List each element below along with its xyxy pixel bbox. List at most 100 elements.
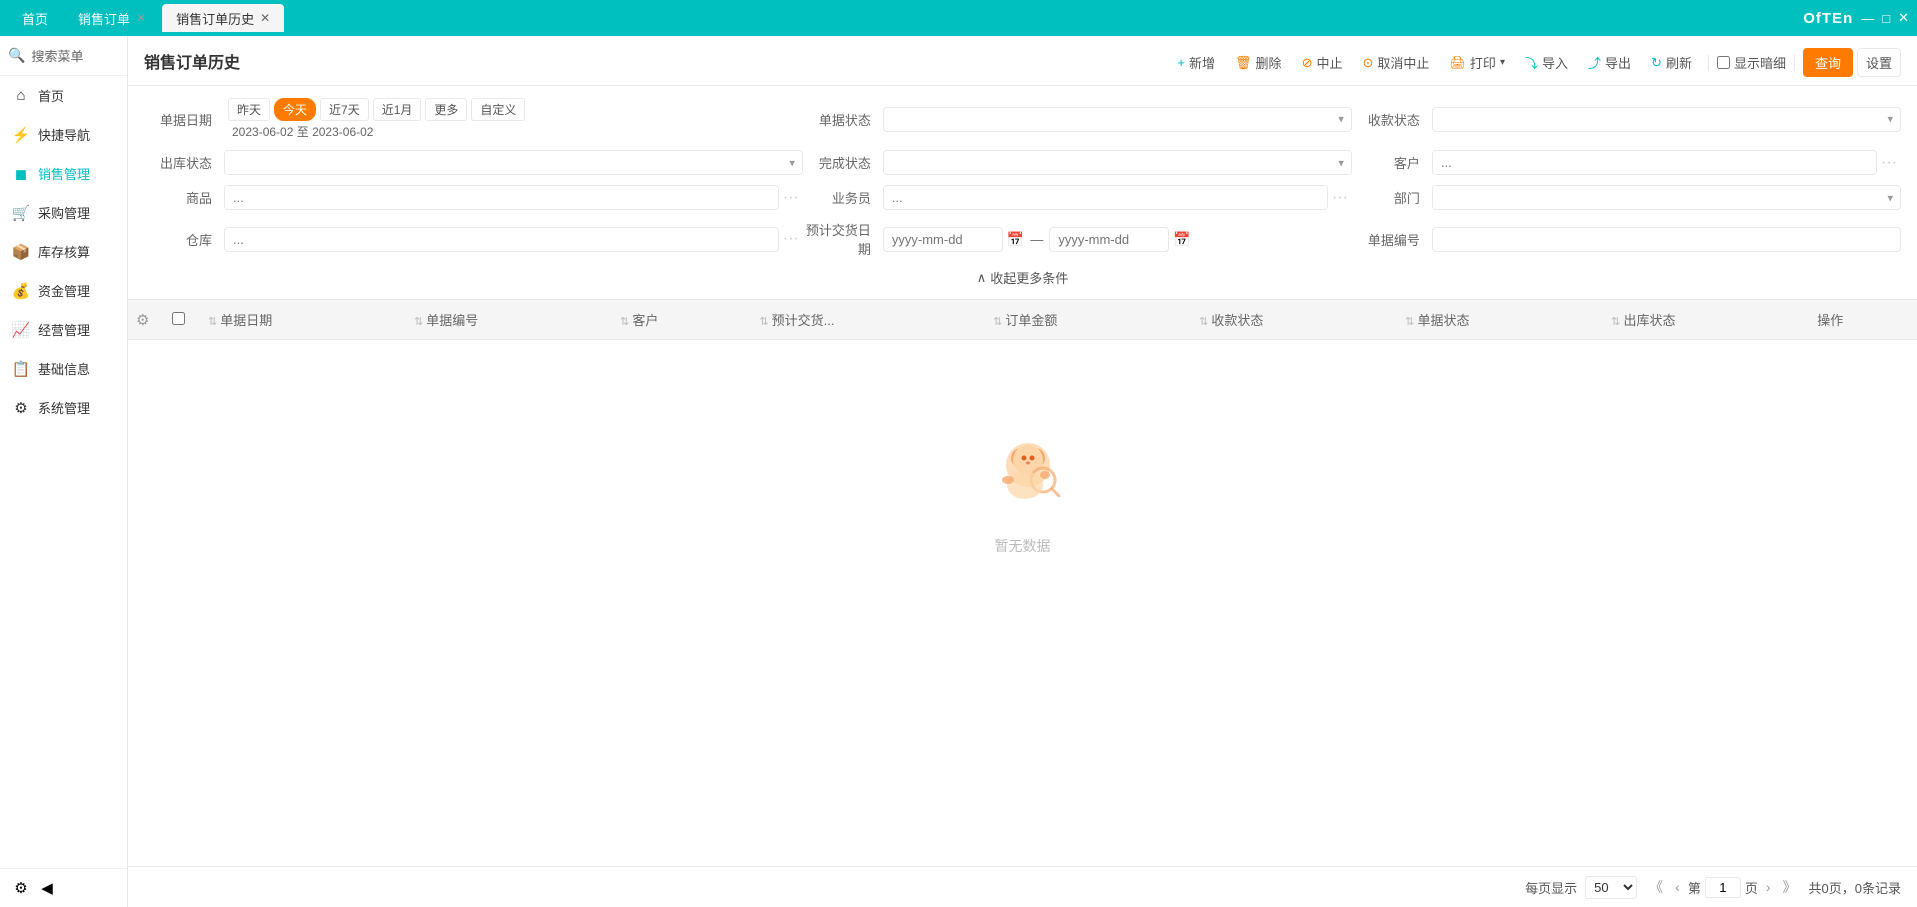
export-button[interactable]: ⤴ 导出 (1580, 49, 1639, 76)
calendar-from-icon[interactable]: 📅 (1007, 231, 1024, 248)
quick-nav-icon: ⚡ (12, 126, 30, 144)
th-date[interactable]: 单据日期 (200, 300, 406, 340)
next-page-button[interactable]: › (1762, 877, 1775, 897)
prev-page-button[interactable]: ‹ (1671, 877, 1684, 897)
order-no-label: 单据编号 (1352, 230, 1432, 249)
display-columns-check[interactable]: 显示暗细 (1717, 53, 1786, 72)
th-amount-label: 订单金额 (1005, 313, 1057, 328)
sidebar-item-purchase[interactable]: 🛒 采购管理 (0, 193, 127, 232)
restore-icon[interactable]: □ (1882, 11, 1890, 26)
date-btn-7days[interactable]: 近7天 (320, 98, 369, 121)
page-title: 销售订单历史 (144, 49, 240, 85)
query-button[interactable]: 查询 (1803, 48, 1853, 77)
cancel-stop-button[interactable]: ⊙ 取消中止 (1354, 49, 1437, 76)
new-button[interactable]: + 新增 (1169, 49, 1223, 76)
delete-button[interactable]: 🗑 删除 (1227, 49, 1290, 76)
expected-date-from[interactable] (883, 227, 1003, 252)
th-order-status-label: 单据状态 (1417, 313, 1469, 328)
product-input[interactable] (224, 185, 779, 210)
last-page-button[interactable]: 》 (1779, 875, 1801, 899)
main-layout: 🔍 搜索菜单 ⌂ 首页 ⚡ 快捷导航 ◼ 销售管理 🛒 采购管理 📦 库存核算 … (0, 36, 1917, 907)
tab-home-label: 首页 (22, 9, 48, 28)
warehouse-ellipsis[interactable]: ··· (779, 230, 803, 248)
sidebar-item-basic-info[interactable]: 📋 基础信息 (0, 349, 127, 388)
page-size-select[interactable]: 20 50 100 (1585, 876, 1637, 899)
sidebar-item-home-label: 首页 (38, 86, 64, 105)
tab-sales-order-close[interactable]: ✕ (136, 11, 146, 25)
order-status-label: 单据状态 (803, 110, 883, 129)
pagination-nav: 《 ‹ 第 页 › 》 (1645, 875, 1800, 899)
calendar-to-icon[interactable]: 📅 (1173, 231, 1190, 248)
sidebar-item-home[interactable]: ⌂ 首页 (0, 76, 127, 115)
table-body: 暂无数据 (128, 340, 1917, 637)
minimize-icon[interactable]: — (1861, 11, 1874, 26)
toolbar-divider-2 (1794, 55, 1795, 71)
sidebar-item-finance[interactable]: 💰 资金管理 (0, 271, 127, 310)
receipt-status-select[interactable] (1432, 107, 1901, 132)
th-customer[interactable]: 客户 (612, 300, 751, 340)
column-settings-icon[interactable]: ⚙ (136, 312, 149, 329)
sidebar-item-sales[interactable]: ◼ 销售管理 (0, 154, 127, 193)
th-amount[interactable]: 订单金额 (985, 300, 1191, 340)
th-delivery-status[interactable]: 出库状态 (1603, 300, 1809, 340)
close-icon[interactable]: ✕ (1898, 10, 1909, 26)
th-check (164, 300, 200, 340)
select-all-checkbox[interactable] (172, 312, 185, 325)
th-receipt-status[interactable]: 收款状态 (1191, 300, 1397, 340)
order-status-select[interactable] (883, 107, 1352, 132)
th-order-no[interactable]: 单据编号 (406, 300, 612, 340)
top-bar-right: OfTEn — □ ✕ (1803, 10, 1909, 27)
complete-status-label: 完成状态 (803, 153, 883, 172)
date-btn-1month[interactable]: 近1月 (373, 98, 422, 121)
print-button[interactable]: 🖨 打印 ▾ (1441, 49, 1513, 76)
cancel-stop-label: 取消中止 (1377, 53, 1429, 72)
date-btn-custom[interactable]: 自定义 (471, 98, 525, 121)
finance-icon: 💰 (12, 282, 30, 300)
warehouse-input[interactable] (224, 227, 779, 252)
sidebar-item-quick-nav[interactable]: ⚡ 快捷导航 (0, 115, 127, 154)
expected-date-label: 预计交货日期 (803, 220, 883, 258)
customer-ellipsis[interactable]: ··· (1877, 154, 1901, 172)
sidebar-search[interactable]: 🔍 搜索菜单 (0, 36, 127, 76)
customer-input[interactable] (1432, 150, 1877, 175)
th-customer-label: 客户 (632, 313, 658, 328)
date-btn-more[interactable]: 更多 (425, 98, 467, 121)
delivery-status-select[interactable] (224, 150, 803, 175)
print-icon: 🖨 (1449, 55, 1466, 71)
tab-home[interactable]: 首页 (8, 4, 62, 32)
order-no-input[interactable] (1432, 227, 1901, 252)
settings-button[interactable]: 设置 (1857, 48, 1901, 77)
inventory-icon: 📦 (12, 243, 30, 261)
import-button[interactable]: ⤵ 导入 (1517, 49, 1576, 76)
stop-button[interactable]: ⊘ 中止 (1294, 49, 1351, 76)
complete-status-select[interactable] (883, 150, 1352, 175)
refresh-button[interactable]: ↻ 刷新 (1643, 49, 1700, 76)
tab-sales-order-history-close[interactable]: ✕ (260, 11, 270, 25)
date-btn-yesterday[interactable]: 昨天 (228, 98, 270, 121)
date-btn-today[interactable]: 今天 (274, 98, 316, 121)
sidebar-item-purchase-label: 采购管理 (38, 203, 90, 222)
collapse-sidebar-icon[interactable]: ◀ (38, 879, 56, 897)
department-select[interactable] (1432, 185, 1901, 210)
collapse-more[interactable]: ∧ 收起更多条件 (144, 268, 1901, 287)
sidebar-item-inventory[interactable]: 📦 库存核算 (0, 232, 127, 271)
th-order-status[interactable]: 单据状态 (1397, 300, 1603, 340)
product-ellipsis[interactable]: ··· (779, 189, 803, 207)
new-label: 新增 (1189, 53, 1215, 72)
tab-sales-order[interactable]: 销售订单 ✕ (64, 4, 160, 32)
salesperson-ellipsis[interactable]: ··· (1328, 189, 1352, 207)
tab-sales-order-history[interactable]: 销售订单历史 ✕ (162, 4, 284, 32)
date-label: 单据日期 (144, 110, 224, 129)
refresh-icon: ↻ (1651, 55, 1662, 71)
page-number-input[interactable] (1705, 877, 1741, 898)
sidebar-item-operations[interactable]: 📈 经营管理 (0, 310, 127, 349)
display-columns-checkbox[interactable] (1717, 56, 1730, 69)
salesperson-input[interactable] (883, 185, 1328, 210)
th-expected-date[interactable]: 预计交货... (751, 300, 985, 340)
expected-date-to[interactable] (1049, 227, 1169, 252)
sidebar-item-system[interactable]: ⚙ 系统管理 (0, 388, 127, 427)
toolbar: + 新增 🗑 删除 ⊘ 中止 ⊙ 取消中止 🖨 打印 (1169, 48, 1901, 85)
sidebar-item-finance-label: 资金管理 (38, 281, 90, 300)
settings-bottom-icon[interactable]: ⚙ (12, 879, 30, 897)
first-page-button[interactable]: 《 (1645, 875, 1667, 899)
